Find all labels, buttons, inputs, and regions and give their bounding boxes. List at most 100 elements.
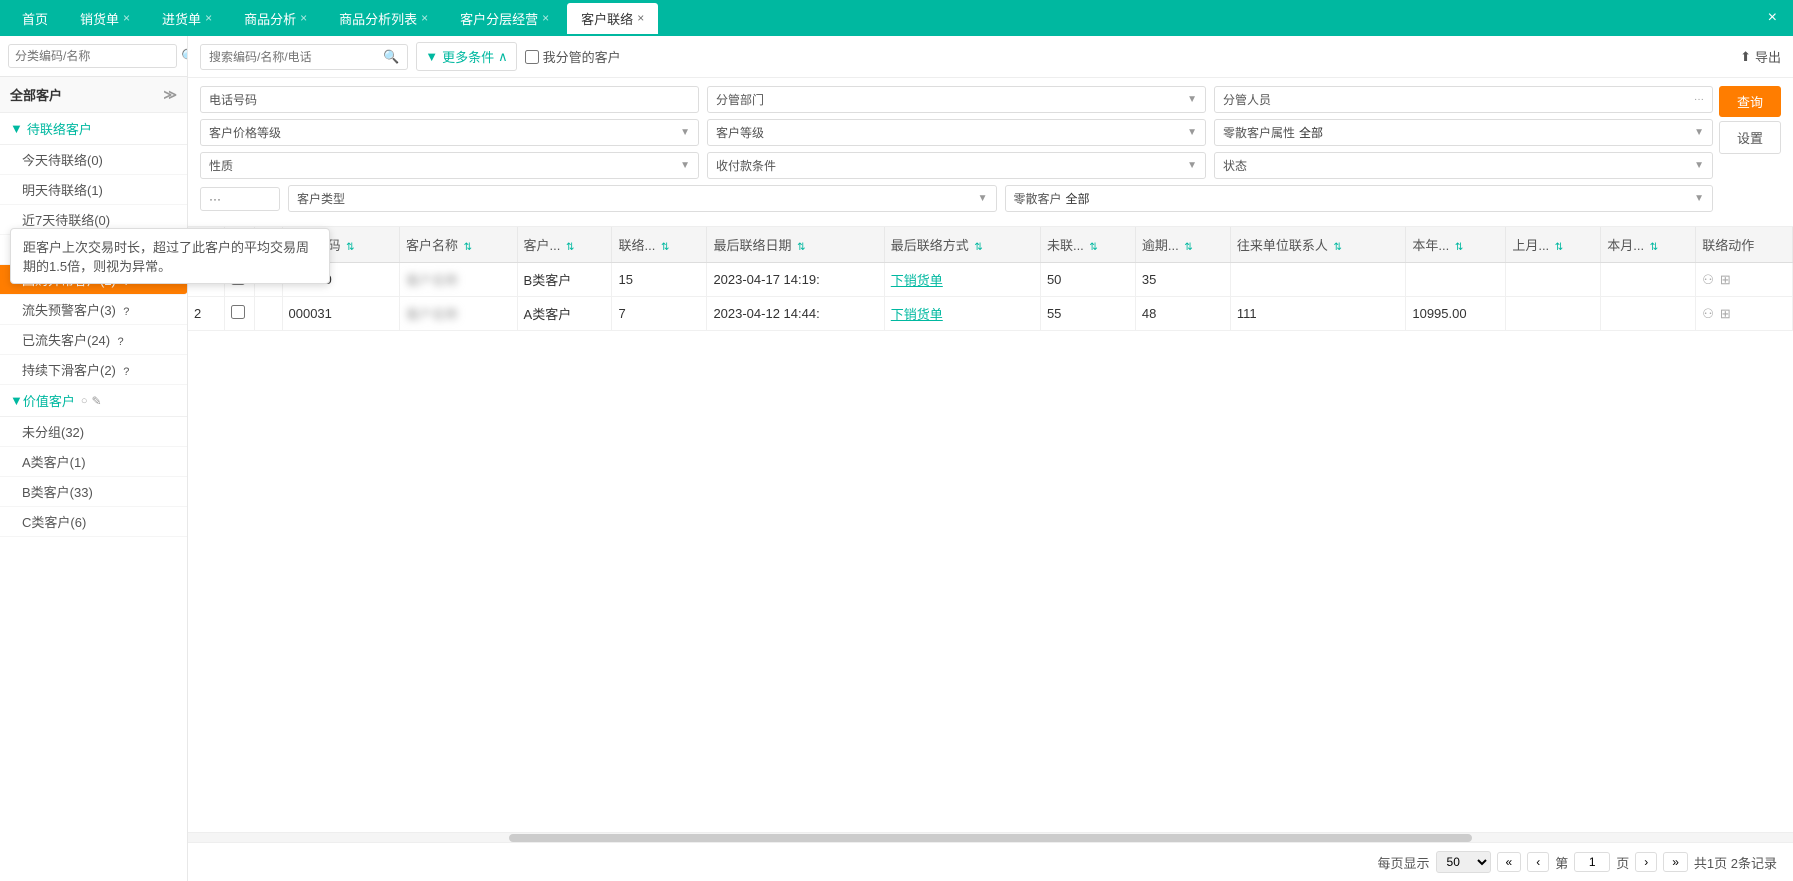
col-customer-name-sort[interactable]: ⇅ bbox=[464, 242, 472, 253]
filter-phone[interactable]: 电话号码 bbox=[200, 86, 699, 113]
col-this-month-sort[interactable]: ⇅ bbox=[1650, 242, 1658, 253]
col-last-contact-method-sort[interactable]: ⇅ bbox=[974, 242, 982, 253]
filter-retail-attr-arrow: ▼ bbox=[1694, 127, 1704, 138]
col-contact-count-sort[interactable]: ⇅ bbox=[661, 242, 669, 253]
filter-payment[interactable]: 收付款条件 ▼ bbox=[707, 152, 1206, 179]
filter-manager[interactable]: 分管人员 ··· bbox=[1214, 86, 1713, 113]
help-icon-declining[interactable]: ? bbox=[123, 366, 129, 378]
filter-manager-more[interactable]: ··· bbox=[1694, 94, 1704, 105]
filter-customer-level[interactable]: 客户等级 ▼ bbox=[707, 119, 1206, 146]
filter-retail-customer[interactable]: 零散客户 全部 ▼ bbox=[1005, 185, 1714, 212]
sidebar-search-input[interactable] bbox=[8, 44, 177, 68]
prev-page-button[interactable]: ‹ bbox=[1527, 852, 1549, 872]
cell-last-contact-method-2[interactable]: 下销货单 bbox=[884, 297, 1040, 331]
nav-tab-sales-close[interactable]: × bbox=[123, 11, 130, 25]
horizontal-scrollbar[interactable] bbox=[188, 832, 1793, 842]
collapse-sidebar-icon[interactable]: ≫ bbox=[163, 87, 177, 103]
sidebar-search-icon[interactable]: 🔍 bbox=[181, 48, 188, 65]
export-button[interactable]: ⬆ 导出 bbox=[1740, 47, 1781, 66]
help-icon-churn-warning[interactable]: ? bbox=[123, 306, 129, 318]
first-page-button[interactable]: « bbox=[1497, 852, 1522, 872]
col-customer-name[interactable]: 客户名称 ⇅ bbox=[400, 227, 518, 263]
search-box[interactable]: 🔍 bbox=[200, 44, 408, 70]
value-group-refresh-icon[interactable]: ○ bbox=[81, 395, 88, 407]
sidebar-item-declining[interactable]: 持续下滑客户(2) ? bbox=[0, 355, 187, 385]
last-contact-method-link-2[interactable]: 下销货单 bbox=[891, 307, 943, 322]
settings-button[interactable]: 设置 bbox=[1719, 121, 1781, 154]
nav-tab-purchase-close[interactable]: × bbox=[205, 11, 212, 25]
cell-last-month-1 bbox=[1506, 263, 1601, 297]
nav-tab-customer-contact[interactable]: 客户联络 × bbox=[567, 3, 658, 34]
col-last-month-sort[interactable]: ⇅ bbox=[1555, 242, 1563, 253]
nav-tab-home[interactable]: 首页 bbox=[8, 3, 62, 34]
col-last-contact-date[interactable]: 最后联络日期 ⇅ bbox=[707, 227, 884, 263]
col-unread[interactable]: 未联... ⇅ bbox=[1040, 227, 1135, 263]
sidebar-item-class-a[interactable]: A类客户(1) bbox=[0, 447, 187, 477]
sidebar-item-class-b[interactable]: B类客户(33) bbox=[0, 477, 187, 507]
nav-tab-customer-segment[interactable]: 客户分层经营 × bbox=[446, 3, 563, 34]
filter-department[interactable]: 分管部门 ▼ bbox=[707, 86, 1206, 113]
col-unit-contact-sort[interactable]: ⇅ bbox=[1334, 242, 1342, 253]
filter-more[interactable]: ··· bbox=[200, 187, 280, 211]
col-this-year[interactable]: 本年... ⇅ bbox=[1406, 227, 1506, 263]
help-icon-churned[interactable]: ? bbox=[117, 336, 123, 348]
query-button[interactable]: 查询 bbox=[1719, 86, 1781, 117]
search-icon[interactable]: 🔍 bbox=[383, 49, 399, 65]
col-last-contact-method[interactable]: 最后联络方式 ⇅ bbox=[884, 227, 1040, 263]
filter-nature[interactable]: 性质 ▼ bbox=[200, 152, 699, 179]
search-input[interactable] bbox=[209, 50, 379, 64]
cell-last-contact-method-1[interactable]: 下销货单 bbox=[884, 263, 1040, 297]
cell-checkbox-2[interactable] bbox=[224, 297, 254, 331]
col-this-year-sort[interactable]: ⇅ bbox=[1455, 242, 1463, 253]
col-unread-sort[interactable]: ⇅ bbox=[1089, 242, 1097, 253]
sidebar-item-ungroup[interactable]: 未分组(32) bbox=[0, 417, 187, 447]
filter-customer-level-arrow: ▼ bbox=[1187, 127, 1197, 138]
col-overdue-sort[interactable]: ⇅ bbox=[1184, 242, 1192, 253]
col-last-contact-date-sort[interactable]: ⇅ bbox=[797, 242, 805, 253]
col-this-month[interactable]: 本月... ⇅ bbox=[1601, 227, 1696, 263]
next-page-button[interactable]: › bbox=[1635, 852, 1657, 872]
nav-tab-product-list-close[interactable]: × bbox=[421, 11, 428, 25]
last-page-button[interactable]: » bbox=[1663, 852, 1688, 872]
nav-tab-product-list[interactable]: 商品分析列表 × bbox=[325, 3, 442, 34]
pending-group-header[interactable]: ▼ 待联络客户 bbox=[0, 113, 187, 145]
col-customer-code-sort[interactable]: ⇅ bbox=[346, 242, 354, 253]
nav-tab-customer-contact-close[interactable]: × bbox=[637, 11, 644, 25]
nav-tab-product-analysis[interactable]: 商品分析 × bbox=[230, 3, 321, 34]
more-conditions-button[interactable]: ▼ 更多条件 ∧ bbox=[416, 42, 516, 71]
col-unit-contact[interactable]: 往来单位联系人 ⇅ bbox=[1230, 227, 1406, 263]
row-checkbox-2[interactable] bbox=[231, 305, 245, 319]
filter-retail-attr[interactable]: 零散客户属性 全部 ▼ bbox=[1214, 119, 1713, 146]
per-page-select[interactable]: 50 100 bbox=[1436, 851, 1491, 873]
nav-tab-purchase[interactable]: 进货单 × bbox=[148, 3, 226, 34]
link-icon-2[interactable]: ⚇ bbox=[1702, 306, 1714, 322]
nav-tab-sales[interactable]: 销货单 × bbox=[66, 3, 144, 34]
value-group-edit-icon[interactable]: ✎ bbox=[92, 394, 102, 408]
my-customers-checkbox[interactable] bbox=[525, 50, 539, 64]
filter-price-level[interactable]: 客户价格等级 ▼ bbox=[200, 119, 699, 146]
grid-icon-2[interactable]: ⊞ bbox=[1720, 306, 1731, 322]
sidebar-item-churn-warning[interactable]: 流失预警客户(3) ? bbox=[0, 295, 187, 325]
sidebar-item-churned[interactable]: 已流失客户(24) ? bbox=[0, 325, 187, 355]
sidebar-item-tomorrow[interactable]: 明天待联络(1) bbox=[0, 175, 187, 205]
grid-icon-1[interactable]: ⊞ bbox=[1720, 272, 1731, 288]
all-customers-header[interactable]: 全部客户 ≫ bbox=[0, 77, 187, 113]
page-input[interactable] bbox=[1574, 852, 1610, 872]
col-last-month[interactable]: 上月... ⇅ bbox=[1506, 227, 1601, 263]
filter-customer-type[interactable]: 客户类型 ▼ bbox=[288, 185, 997, 212]
last-contact-method-link-1[interactable]: 下销货单 bbox=[891, 273, 943, 288]
col-overdue[interactable]: 逾期... ⇅ bbox=[1135, 227, 1230, 263]
sidebar-item-today[interactable]: 今天待联络(0) bbox=[0, 145, 187, 175]
col-contact-count[interactable]: 联络... ⇅ bbox=[612, 227, 707, 263]
link-icon-1[interactable]: ⚇ bbox=[1702, 272, 1714, 288]
my-customers-checkbox-area[interactable]: 我分管的客户 bbox=[525, 47, 621, 66]
nav-tab-customer-segment-close[interactable]: × bbox=[542, 11, 549, 25]
value-group-header[interactable]: ▼ 价值客户 ○ ✎ bbox=[0, 385, 187, 417]
col-customer-type-sort[interactable]: ⇅ bbox=[566, 242, 574, 253]
scrollbar-thumb[interactable] bbox=[509, 834, 1472, 842]
col-customer-type[interactable]: 客户... ⇅ bbox=[517, 227, 612, 263]
filter-status[interactable]: 状态 ▼ bbox=[1214, 152, 1713, 179]
close-all-button[interactable]: × bbox=[1760, 5, 1785, 31]
nav-tab-product-analysis-close[interactable]: × bbox=[300, 11, 307, 25]
sidebar-item-class-c[interactable]: C类客户(6) bbox=[0, 507, 187, 537]
